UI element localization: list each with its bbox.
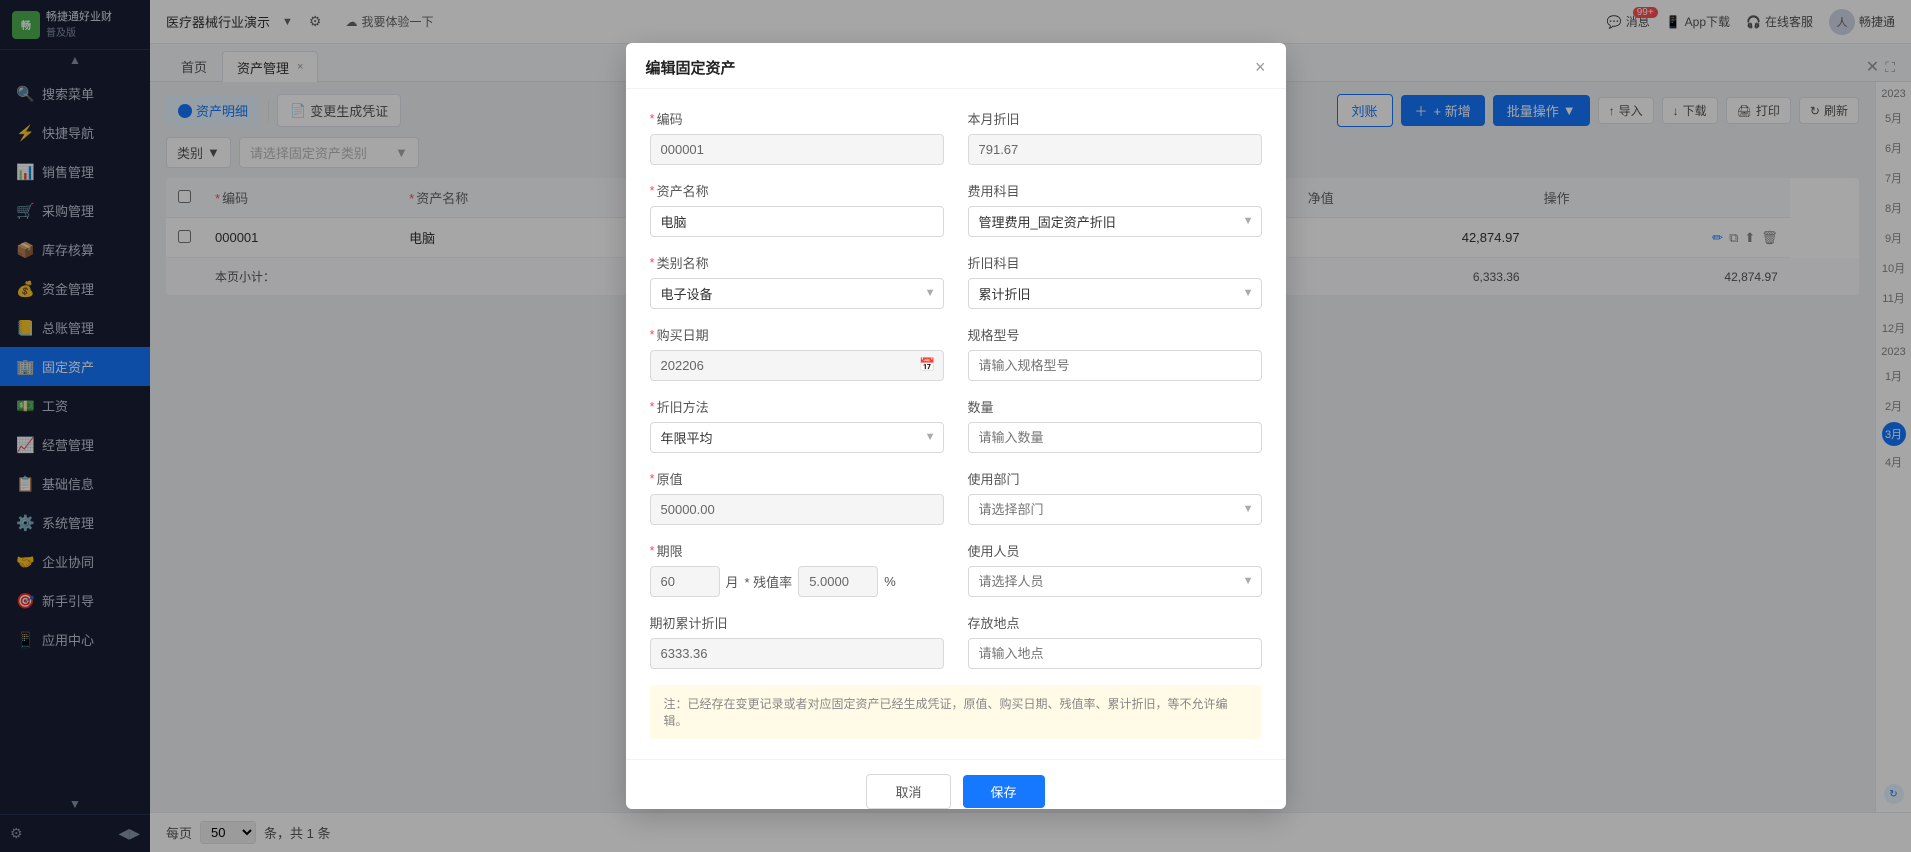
field-initial-depreciation: 期初累计折旧 bbox=[650, 613, 944, 669]
field-purchase-date: * 购买日期 📅 bbox=[650, 325, 944, 381]
category-select-wrap: ▼ bbox=[650, 278, 944, 309]
depreciation-method-input[interactable] bbox=[650, 422, 944, 453]
depreciation-account-select-wrap: ▼ bbox=[968, 278, 1262, 309]
modal-body: * 编码 本月折旧 * 资产名称 bbox=[626, 89, 1286, 759]
field-depreciation-method: * 折旧方法 ▼ bbox=[650, 397, 944, 453]
code-input[interactable] bbox=[650, 134, 944, 165]
cancel-button[interactable]: 取消 bbox=[866, 774, 950, 809]
user-select-wrap: ▼ bbox=[968, 566, 1262, 597]
field-period-residual: * 期限 月 * 残值率 % bbox=[650, 541, 944, 597]
department-label: 使用部门 bbox=[968, 469, 1262, 488]
depreciation-method-label: * 折旧方法 bbox=[650, 397, 944, 416]
field-location: 存放地点 bbox=[968, 613, 1262, 669]
field-monthly-depreciation: 本月折旧 bbox=[968, 109, 1262, 165]
purchase-date-input[interactable] bbox=[650, 350, 944, 381]
edit-asset-modal: 编辑固定资产 × * 编码 本月折旧 bbox=[626, 43, 1286, 810]
user-input[interactable] bbox=[968, 566, 1262, 597]
field-depreciation-account: 折旧科目 ▼ bbox=[968, 253, 1262, 309]
expense-account-select-wrap: ▼ bbox=[968, 206, 1262, 237]
depreciation-method-select-wrap: ▼ bbox=[650, 422, 944, 453]
save-button[interactable]: 保存 bbox=[963, 775, 1045, 808]
modal-overlay: 编辑固定资产 × * 编码 本月折旧 bbox=[0, 0, 1911, 852]
modal-title: 编辑固定资产 bbox=[646, 57, 736, 78]
field-code: * 编码 bbox=[650, 109, 944, 165]
field-expense-account: 费用科目 ▼ bbox=[968, 181, 1262, 237]
department-select-wrap: ▼ bbox=[968, 494, 1262, 525]
field-code-label: * 编码 bbox=[650, 109, 944, 128]
location-input[interactable] bbox=[968, 638, 1262, 669]
field-department: 使用部门 ▼ bbox=[968, 469, 1262, 525]
residual-rate-input[interactable] bbox=[798, 566, 878, 597]
purchase-date-wrap: 📅 bbox=[650, 350, 944, 381]
depreciation-account-input[interactable] bbox=[968, 278, 1262, 309]
expense-account-input[interactable] bbox=[968, 206, 1262, 237]
field-spec-model: 规格型号 bbox=[968, 325, 1262, 381]
form-grid: * 编码 本月折旧 * 资产名称 bbox=[650, 109, 1262, 669]
period-residual-group: 月 * 残值率 % bbox=[650, 566, 944, 597]
modal-close-button[interactable]: × bbox=[1255, 57, 1266, 78]
modal-header: 编辑固定资产 × bbox=[626, 43, 1286, 89]
purchase-date-label: * 购买日期 bbox=[650, 325, 944, 344]
field-user: 使用人员 ▼ bbox=[968, 541, 1262, 597]
period-input[interactable] bbox=[650, 566, 720, 597]
quantity-input[interactable] bbox=[968, 422, 1262, 453]
expense-account-label: 费用科目 bbox=[968, 181, 1262, 200]
monthly-depreciation-input bbox=[968, 134, 1262, 165]
field-original-value: * 原值 bbox=[650, 469, 944, 525]
asset-name-input[interactable] bbox=[650, 206, 944, 237]
field-quantity: 数量 bbox=[968, 397, 1262, 453]
monthly-depreciation-label: 本月折旧 bbox=[968, 109, 1262, 128]
asset-name-label: * 资产名称 bbox=[650, 181, 944, 200]
category-input[interactable] bbox=[650, 278, 944, 309]
location-label: 存放地点 bbox=[968, 613, 1262, 632]
quantity-label: 数量 bbox=[968, 397, 1262, 416]
user-label: 使用人员 bbox=[968, 541, 1262, 560]
spec-model-label: 规格型号 bbox=[968, 325, 1262, 344]
category-label: * 类别名称 bbox=[650, 253, 944, 272]
modal-footer: 取消 保存 bbox=[626, 759, 1286, 810]
initial-depreciation-label: 期初累计折旧 bbox=[650, 613, 944, 632]
calendar-icon[interactable]: 📅 bbox=[919, 357, 935, 373]
original-value-label: * 原值 bbox=[650, 469, 944, 488]
spec-model-input[interactable] bbox=[968, 350, 1262, 381]
depreciation-account-label: 折旧科目 bbox=[968, 253, 1262, 272]
initial-depreciation-input[interactable] bbox=[650, 638, 944, 669]
field-category: * 类别名称 ▼ bbox=[650, 253, 944, 309]
modal-note: 注：已经存在变更记录或者对应固定资产已经生成凭证，原值、购买日期、残值率、累计折… bbox=[650, 685, 1262, 739]
department-input[interactable] bbox=[968, 494, 1262, 525]
period-label: * 期限 bbox=[650, 541, 944, 560]
original-value-input[interactable] bbox=[650, 494, 944, 525]
field-asset-name: * 资产名称 bbox=[650, 181, 944, 237]
